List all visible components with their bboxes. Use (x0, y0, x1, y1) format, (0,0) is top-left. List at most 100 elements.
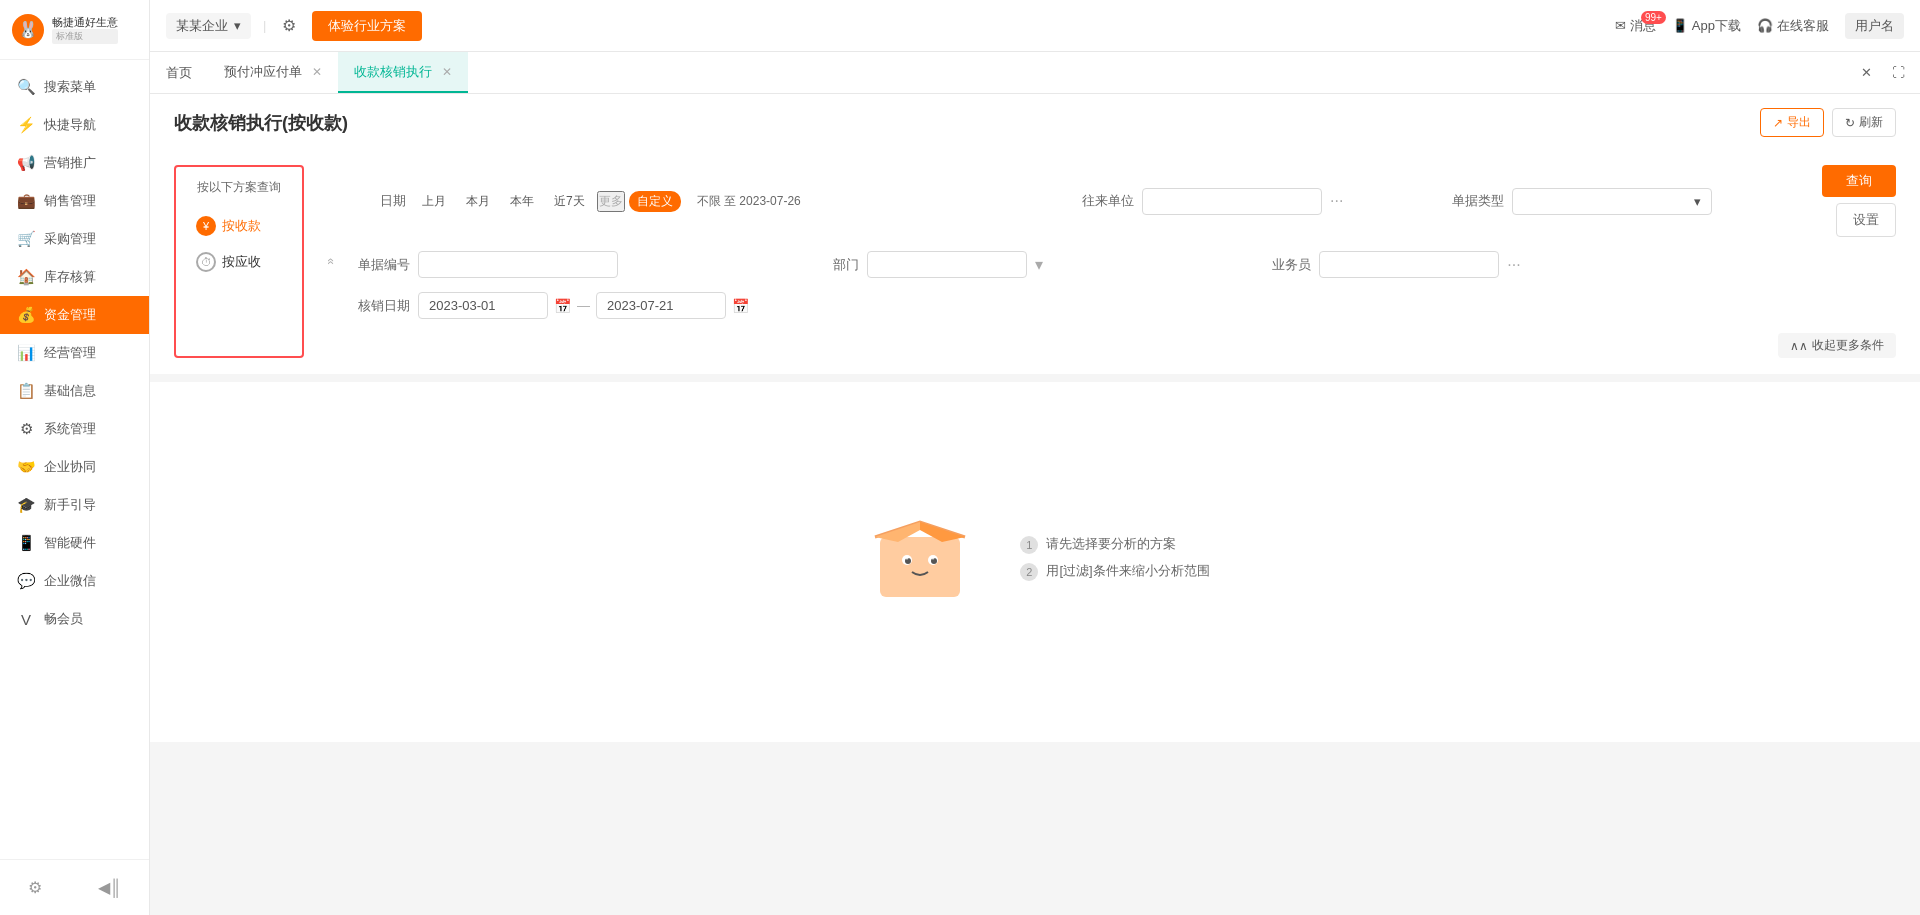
sidebar-item-member[interactable]: V 畅会员 (0, 600, 149, 638)
calendar-start-icon[interactable]: 📅 (554, 298, 571, 314)
staff-input[interactable] (1319, 251, 1499, 278)
tab-close-prepay[interactable]: ✕ (312, 65, 322, 79)
sidebar-item-label: 智能硬件 (44, 534, 96, 552)
brand-name: 某某企业 (176, 17, 228, 35)
date-btn-this-year[interactable]: 本年 (502, 189, 542, 214)
system-icon: ⚙ (16, 420, 36, 438)
counterpart-label: 往来单位 (1082, 192, 1134, 210)
dept-input[interactable] (867, 251, 1027, 278)
date-btn-this-month[interactable]: 本月 (458, 189, 498, 214)
voucherno-input[interactable] (418, 251, 618, 278)
refresh-button[interactable]: ↻ 刷新 (1832, 108, 1896, 137)
sidebar-item-finance[interactable]: 💰 资金管理 (0, 296, 149, 334)
voucherno-label: 单据编号 (358, 256, 410, 274)
sidebar-item-label: 快捷导航 (44, 116, 96, 134)
message-button[interactable]: ✉ 消息 99+ (1615, 17, 1656, 35)
sidebar-item-guide[interactable]: 🎓 新手引导 (0, 486, 149, 524)
shortcut-icon: ⚡ (16, 116, 36, 134)
staff-filter-field: 业务员 ··· (1263, 251, 1700, 278)
filter-option-by-receipt[interactable]: ¥ 按收款 (184, 208, 294, 244)
page-actions: ↗ 导出 ↻ 刷新 (1760, 108, 1896, 137)
page-content: 收款核销执行(按收款) ↗ 导出 ↻ 刷新 按以下方案查询 (150, 94, 1920, 915)
page-title-row: 收款核销执行(按收款) ↗ 导出 ↻ 刷新 (174, 108, 1896, 149)
date-label: 日期 (358, 192, 406, 210)
logo-badge: 标准版 (52, 29, 118, 44)
date-btn-7days[interactable]: 近7天 (546, 189, 593, 214)
sidebar-logo: 🐰 畅捷通好生意 标准版 (0, 0, 149, 60)
sidebar-item-label: 基础信息 (44, 382, 96, 400)
writeoff-start-input[interactable] (418, 292, 548, 319)
filter-sidebar-title: 按以下方案查询 (184, 179, 294, 196)
logo-text-wrap: 畅捷通好生意 标准版 (52, 15, 118, 44)
query-button[interactable]: 查询 (1822, 165, 1896, 197)
sidebar-item-label: 企业微信 (44, 572, 96, 590)
page-title: 收款核销执行(按收款) (174, 111, 348, 135)
sidebar-footer: ⚙ ◀║ (0, 859, 149, 915)
sidebar-item-inventory[interactable]: 🏠 库存核算 (0, 258, 149, 296)
writeoff-end-input[interactable] (596, 292, 726, 319)
tab-writeoff[interactable]: 收款核销执行 ✕ (338, 52, 468, 93)
tab-close-btn[interactable]: ✕ (1852, 59, 1880, 87)
sidebar-item-system[interactable]: ⚙ 系统管理 (0, 410, 149, 448)
date-btn-custom[interactable]: 自定义 (629, 191, 681, 212)
setting-button[interactable]: 设置 (1836, 203, 1896, 237)
sidebar-nav: 🔍 搜索菜单 ⚡ 快捷导航 📢 营销推广 💼 销售管理 🛒 采购管理 🏠 库存核… (0, 60, 149, 859)
filter-collapse-toggle[interactable]: « (320, 165, 342, 358)
finance-icon: 💰 (16, 306, 36, 324)
collapse-sidebar-btn[interactable]: ◀║ (86, 870, 133, 905)
dept-chevron-icon[interactable]: ▾ (1035, 255, 1043, 274)
date-btn-last-month[interactable]: 上月 (414, 189, 454, 214)
sidebar-item-manage[interactable]: 📊 经营管理 (0, 334, 149, 372)
svg-point-6 (932, 557, 935, 560)
filter-option-by-receivable[interactable]: ⏱ 按应收 (184, 244, 294, 280)
app-download-button[interactable]: 📱 App下载 (1672, 17, 1741, 35)
vouchertype-select[interactable]: ▾ (1512, 188, 1712, 215)
dept-filter-field: 部门 ▾ (811, 251, 1248, 278)
staff-more-icon[interactable]: ··· (1507, 256, 1520, 274)
solution-button[interactable]: 体验行业方案 (312, 11, 422, 41)
export-icon: ↗ (1773, 116, 1783, 130)
user-menu[interactable]: 用户名 (1845, 13, 1904, 39)
date-range-display: 不限 至 2023-07-26 (697, 193, 801, 210)
sidebar-item-wechat[interactable]: 💬 企业微信 (0, 562, 149, 600)
empty-tip-1: 1 请先选择要分析的方案 (1020, 535, 1209, 554)
headset-icon: 🎧 (1757, 18, 1773, 33)
sidebar-item-collab[interactable]: 🤝 企业协同 (0, 448, 149, 486)
phone-icon: 📱 (1672, 18, 1688, 33)
collapse-more-button[interactable]: ∧∧ 收起更多条件 (1778, 333, 1896, 358)
hardware-icon: 📱 (16, 534, 36, 552)
topbar: 某某企业 ▾ | ⚙ 体验行业方案 ✉ 消息 99+ 📱 App下载 🎧 在线客… (150, 0, 1920, 52)
sidebar-item-basic[interactable]: 📋 基础信息 (0, 372, 149, 410)
calendar-end-icon[interactable]: 📅 (732, 298, 749, 314)
filter-row-3: 核销日期 📅 — 📅 (358, 292, 1896, 319)
sidebar-item-purchase[interactable]: 🛒 采购管理 (0, 220, 149, 258)
dept-label: 部门 (811, 256, 859, 274)
export-button[interactable]: ↗ 导出 (1760, 108, 1824, 137)
topbar-brand[interactable]: 某某企业 ▾ (166, 13, 251, 39)
tab-home[interactable]: 首页 (150, 52, 208, 93)
staff-label: 业务员 (1263, 256, 1311, 274)
svg-point-5 (906, 557, 909, 560)
filter-sidebar: 按以下方案查询 ¥ 按收款 ⏱ 按应收 (174, 165, 304, 358)
sidebar-item-label: 营销推广 (44, 154, 96, 172)
sales-icon: 💼 (16, 192, 36, 210)
tab-prepay[interactable]: 预付冲应付单 ✕ (208, 52, 338, 93)
counterpart-more-icon[interactable]: ··· (1330, 192, 1343, 210)
svg-rect-0 (880, 537, 960, 597)
counterpart-input[interactable] (1142, 188, 1322, 215)
gear-icon[interactable]: ⚙ (278, 12, 300, 39)
sidebar-item-shortcut[interactable]: ⚡ 快捷导航 (0, 106, 149, 144)
tab-close-writeoff[interactable]: ✕ (442, 65, 452, 79)
manage-icon: 📊 (16, 344, 36, 362)
filter-row-1: 日期 上月 本月 本年 近7天 更多 自定义 不限 至 2023-07-26 往… (358, 165, 1896, 237)
tip-num-1: 1 (1020, 536, 1038, 554)
purchase-icon: 🛒 (16, 230, 36, 248)
sidebar-item-hardware[interactable]: 📱 智能硬件 (0, 524, 149, 562)
tab-expand-btn[interactable]: ⛶ (1884, 59, 1912, 87)
online-service-button[interactable]: 🎧 在线客服 (1757, 17, 1829, 35)
settings-footer-btn[interactable]: ⚙ (16, 870, 54, 905)
sidebar-item-marketing[interactable]: 📢 营销推广 (0, 144, 149, 182)
date-btn-more[interactable]: 更多 (597, 191, 625, 212)
sidebar-item-search[interactable]: 🔍 搜索菜单 (0, 68, 149, 106)
sidebar-item-sales[interactable]: 💼 销售管理 (0, 182, 149, 220)
